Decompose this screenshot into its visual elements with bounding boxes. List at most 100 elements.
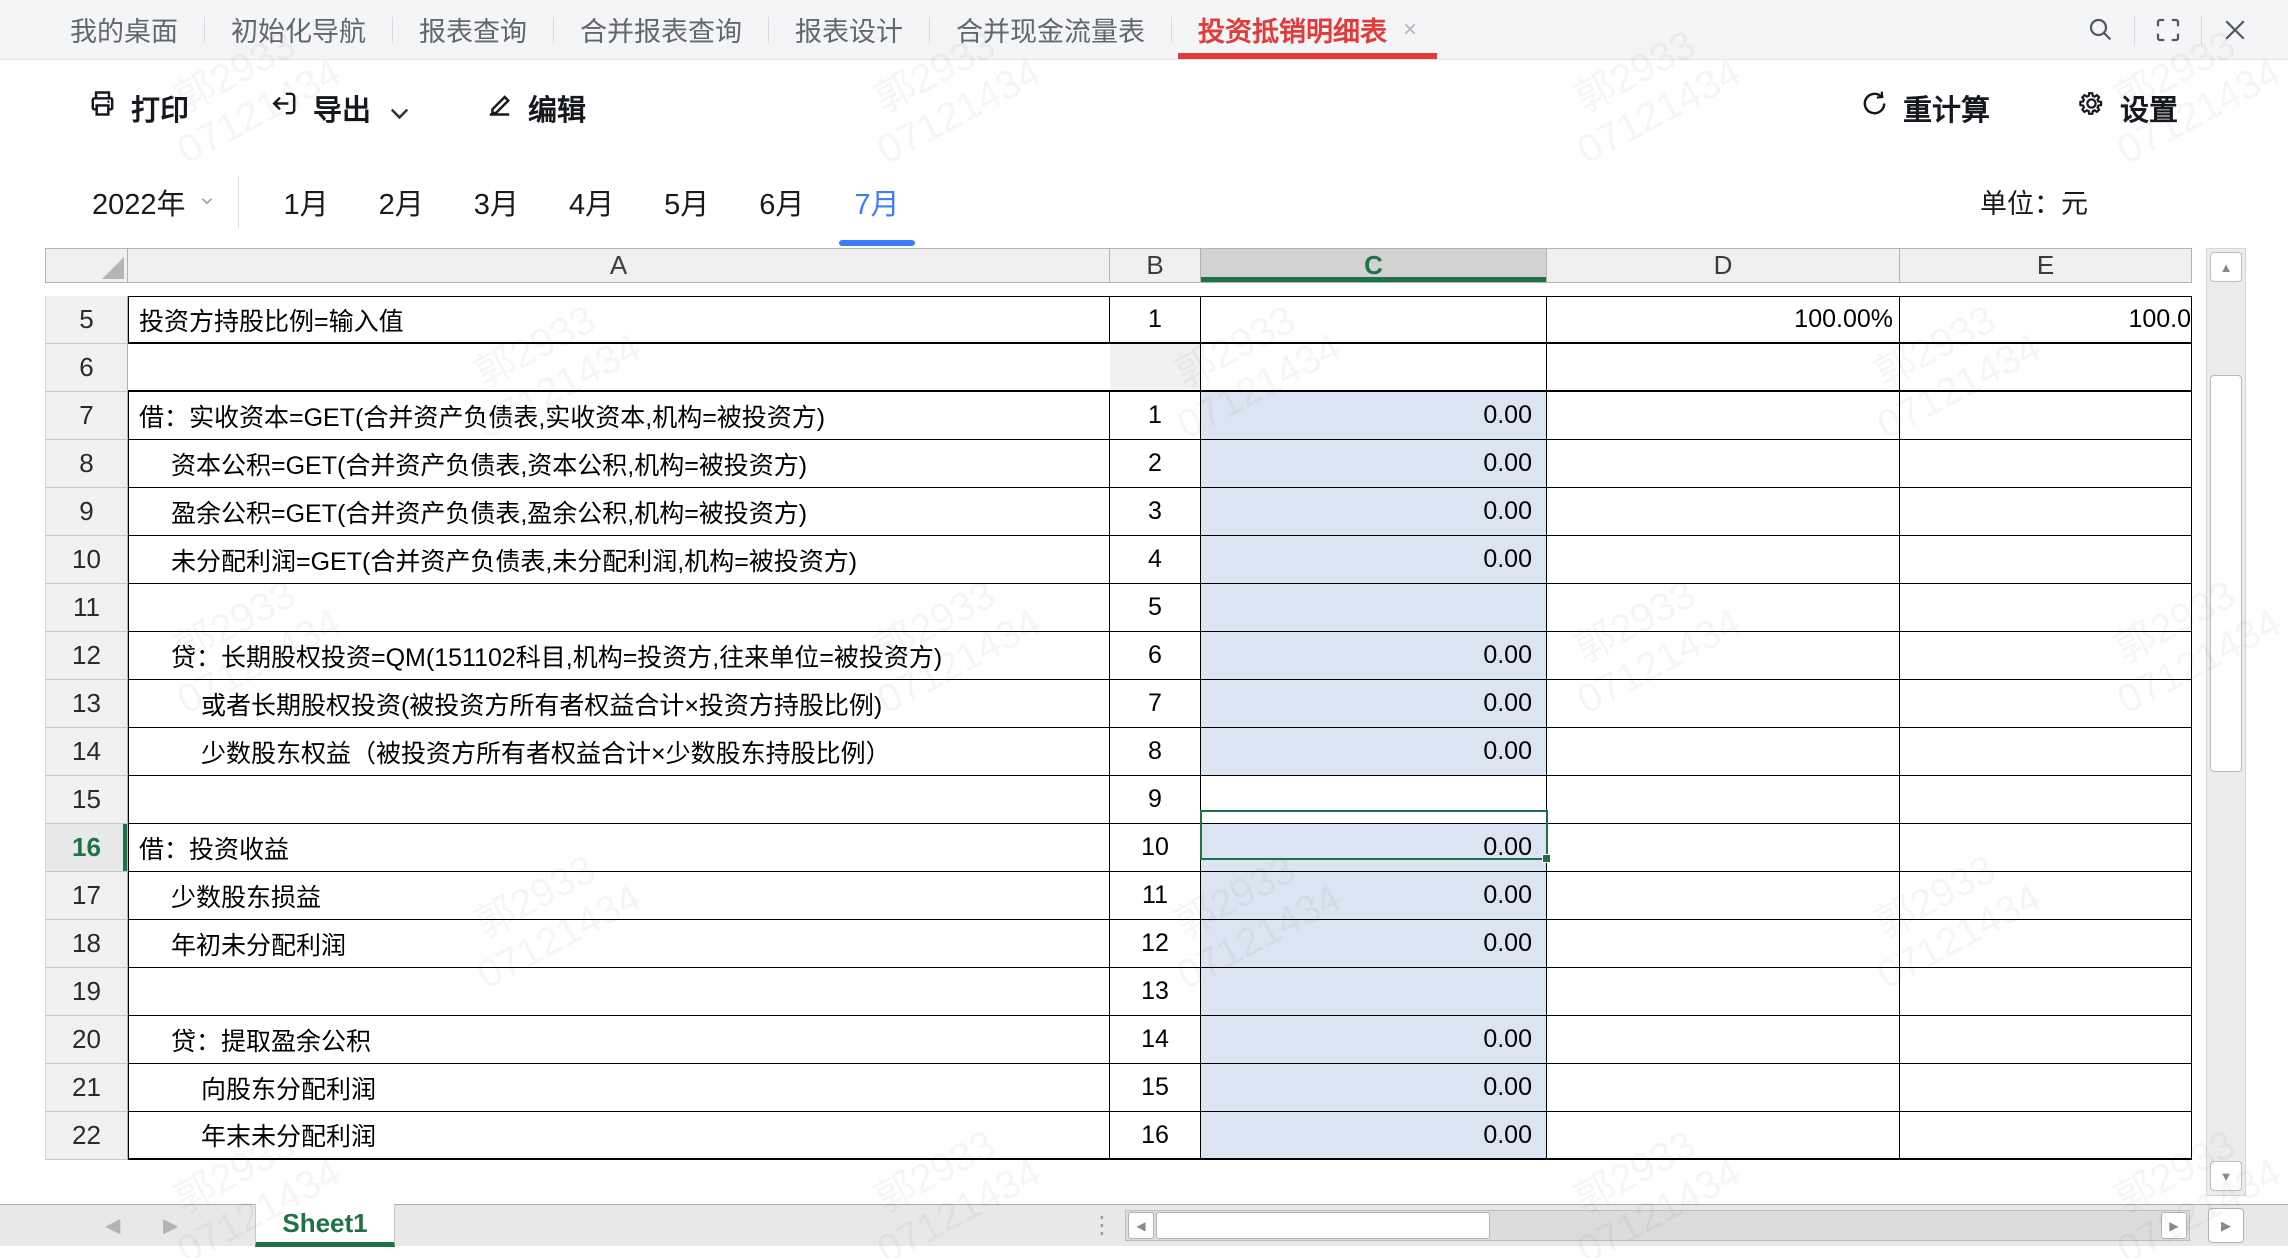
column-header-E[interactable]: E bbox=[1900, 248, 2192, 283]
cell-B19[interactable]: 13 bbox=[1110, 968, 1201, 1016]
cell-D6[interactable] bbox=[1547, 344, 1900, 392]
close-tab-icon[interactable]: × bbox=[1403, 16, 1417, 44]
cell-E18[interactable] bbox=[1900, 920, 2192, 968]
tab-合并现金流量表[interactable]: 合并现金流量表 bbox=[930, 0, 1171, 59]
cell-C9[interactable]: 0.00 bbox=[1201, 488, 1547, 536]
cell-C18[interactable]: 0.00 bbox=[1201, 920, 1547, 968]
cell-D18[interactable] bbox=[1547, 920, 1900, 968]
cell-A12[interactable]: 贷：长期股权投资=QM(151102科目,机构=投资方,往来单位=被投资方) bbox=[128, 632, 1110, 680]
cell-A22[interactable]: 年末未分配利润 bbox=[128, 1112, 1110, 1160]
cell-D16[interactable] bbox=[1547, 824, 1900, 872]
cell-E22[interactable] bbox=[1900, 1112, 2192, 1160]
cell-E17[interactable] bbox=[1900, 872, 2192, 920]
search-icon[interactable] bbox=[2068, 0, 2134, 59]
tab-投资抵销明细表[interactable]: 投资抵销明细表 × bbox=[1172, 0, 1443, 59]
cell-C21[interactable]: 0.00 bbox=[1201, 1064, 1547, 1112]
cell-E14[interactable] bbox=[1900, 728, 2192, 776]
cell-D9[interactable] bbox=[1547, 488, 1900, 536]
cell-D7[interactable] bbox=[1547, 392, 1900, 440]
row-header-17[interactable]: 17 bbox=[45, 872, 128, 920]
row-header-12[interactable]: 12 bbox=[45, 632, 128, 680]
cell-C20[interactable]: 0.00 bbox=[1201, 1016, 1547, 1064]
cell-B16[interactable]: 10 bbox=[1110, 824, 1201, 872]
cell-D11[interactable] bbox=[1547, 584, 1900, 632]
print-button[interactable]: 打印 bbox=[87, 87, 189, 129]
cell-E19[interactable] bbox=[1900, 968, 2192, 1016]
cell-D10[interactable] bbox=[1547, 536, 1900, 584]
cell-E16[interactable] bbox=[1900, 824, 2192, 872]
scroll-right-button[interactable]: ▶ bbox=[2161, 1212, 2187, 1239]
cell-E20[interactable] bbox=[1900, 1016, 2192, 1064]
cell-E9[interactable] bbox=[1900, 488, 2192, 536]
horizontal-scroll-thumb[interactable] bbox=[1156, 1212, 1490, 1239]
row-header-9[interactable]: 9 bbox=[45, 488, 128, 536]
recalculate-button[interactable]: 重计算 bbox=[1859, 87, 1990, 129]
month-tab-6月[interactable]: 6月 bbox=[734, 155, 829, 248]
cell-E10[interactable] bbox=[1900, 536, 2192, 584]
cell-A20[interactable]: 贷：提取盈余公积 bbox=[128, 1016, 1110, 1064]
column-header-C[interactable]: C bbox=[1201, 248, 1547, 283]
cell-C19[interactable] bbox=[1201, 968, 1547, 1016]
cell-D21[interactable] bbox=[1547, 1064, 1900, 1112]
fullscreen-icon[interactable] bbox=[2135, 0, 2201, 59]
month-tab-1月[interactable]: 1月 bbox=[259, 155, 354, 248]
cell-D20[interactable] bbox=[1547, 1016, 1900, 1064]
cell-A6[interactable] bbox=[128, 344, 1110, 392]
cell-E6[interactable] bbox=[1900, 344, 2192, 392]
next-sheet-icon[interactable]: ▶ bbox=[163, 1205, 178, 1246]
row-header-13[interactable]: 13 bbox=[45, 680, 128, 728]
row-header-20[interactable]: 20 bbox=[45, 1016, 128, 1064]
grid-corner-cell[interactable] bbox=[45, 248, 128, 283]
cell-A17[interactable]: 少数股东损益 bbox=[128, 872, 1110, 920]
row-header-14[interactable]: 14 bbox=[45, 728, 128, 776]
cell-D8[interactable] bbox=[1547, 440, 1900, 488]
cell-C5[interactable] bbox=[1201, 296, 1547, 344]
cell-D13[interactable] bbox=[1547, 680, 1900, 728]
month-tab-2月[interactable]: 2月 bbox=[354, 155, 449, 248]
cell-C17[interactable]: 0.00 bbox=[1201, 872, 1547, 920]
cell-B15[interactable]: 9 bbox=[1110, 776, 1201, 824]
fill-handle[interactable] bbox=[1542, 854, 1551, 863]
tab-初始化导航[interactable]: 初始化导航 bbox=[205, 0, 392, 59]
cell-E13[interactable] bbox=[1900, 680, 2192, 728]
tab-报表设计[interactable]: 报表设计 bbox=[769, 0, 929, 59]
cell-C10[interactable]: 0.00 bbox=[1201, 536, 1547, 584]
vertical-scroll-thumb[interactable] bbox=[2210, 375, 2242, 772]
scroll-corner-button[interactable]: ▶ bbox=[2208, 1208, 2244, 1243]
row-header-18[interactable]: 18 bbox=[45, 920, 128, 968]
cell-D15[interactable] bbox=[1547, 776, 1900, 824]
row-header-11[interactable]: 11 bbox=[45, 584, 128, 632]
row-header-16[interactable]: 16 bbox=[45, 824, 128, 872]
cell-A8[interactable]: 资本公积=GET(合并资产负债表,资本公积,机构=被投资方) bbox=[128, 440, 1110, 488]
cell-C6[interactable] bbox=[1201, 344, 1547, 392]
cell-C11[interactable] bbox=[1201, 584, 1547, 632]
row-header-8[interactable]: 8 bbox=[45, 440, 128, 488]
row-header-22[interactable]: 22 bbox=[45, 1112, 128, 1160]
cell-A21[interactable]: 向股东分配利润 bbox=[128, 1064, 1110, 1112]
cell-E5[interactable]: 100.0 bbox=[1900, 296, 2192, 344]
tab-合并报表查询[interactable]: 合并报表查询 bbox=[554, 0, 768, 59]
cell-B14[interactable]: 8 bbox=[1110, 728, 1201, 776]
cell-D14[interactable] bbox=[1547, 728, 1900, 776]
cell-C12[interactable]: 0.00 bbox=[1201, 632, 1547, 680]
cell-B11[interactable]: 5 bbox=[1110, 584, 1201, 632]
year-selector[interactable]: 2022年 bbox=[92, 181, 216, 223]
cell-B22[interactable]: 16 bbox=[1110, 1112, 1201, 1160]
cell-A7[interactable]: 借：实收资本=GET(合并资产负债表,实收资本,机构=被投资方) bbox=[128, 392, 1110, 440]
export-button[interactable]: 导出 bbox=[269, 87, 409, 129]
cell-A5[interactable]: 投资方持股比例=输入值 bbox=[128, 296, 1110, 344]
cell-B13[interactable]: 7 bbox=[1110, 680, 1201, 728]
column-header-B[interactable]: B bbox=[1110, 248, 1201, 283]
scroll-left-button[interactable]: ◀ bbox=[1128, 1212, 1154, 1239]
cell-A9[interactable]: 盈余公积=GET(合并资产负债表,盈余公积,机构=被投资方) bbox=[128, 488, 1110, 536]
cell-D19[interactable] bbox=[1547, 968, 1900, 1016]
cell-B12[interactable]: 6 bbox=[1110, 632, 1201, 680]
row-header-7[interactable]: 7 bbox=[45, 392, 128, 440]
cell-C14[interactable]: 0.00 bbox=[1201, 728, 1547, 776]
close-window-icon[interactable] bbox=[2202, 0, 2268, 59]
cell-C7[interactable]: 0.00 bbox=[1201, 392, 1547, 440]
scroll-down-button[interactable]: ▼ bbox=[2210, 1161, 2242, 1191]
cell-A19[interactable] bbox=[128, 968, 1110, 1016]
selection-outline[interactable] bbox=[1200, 810, 1551, 863]
month-tab-5月[interactable]: 5月 bbox=[639, 155, 734, 248]
